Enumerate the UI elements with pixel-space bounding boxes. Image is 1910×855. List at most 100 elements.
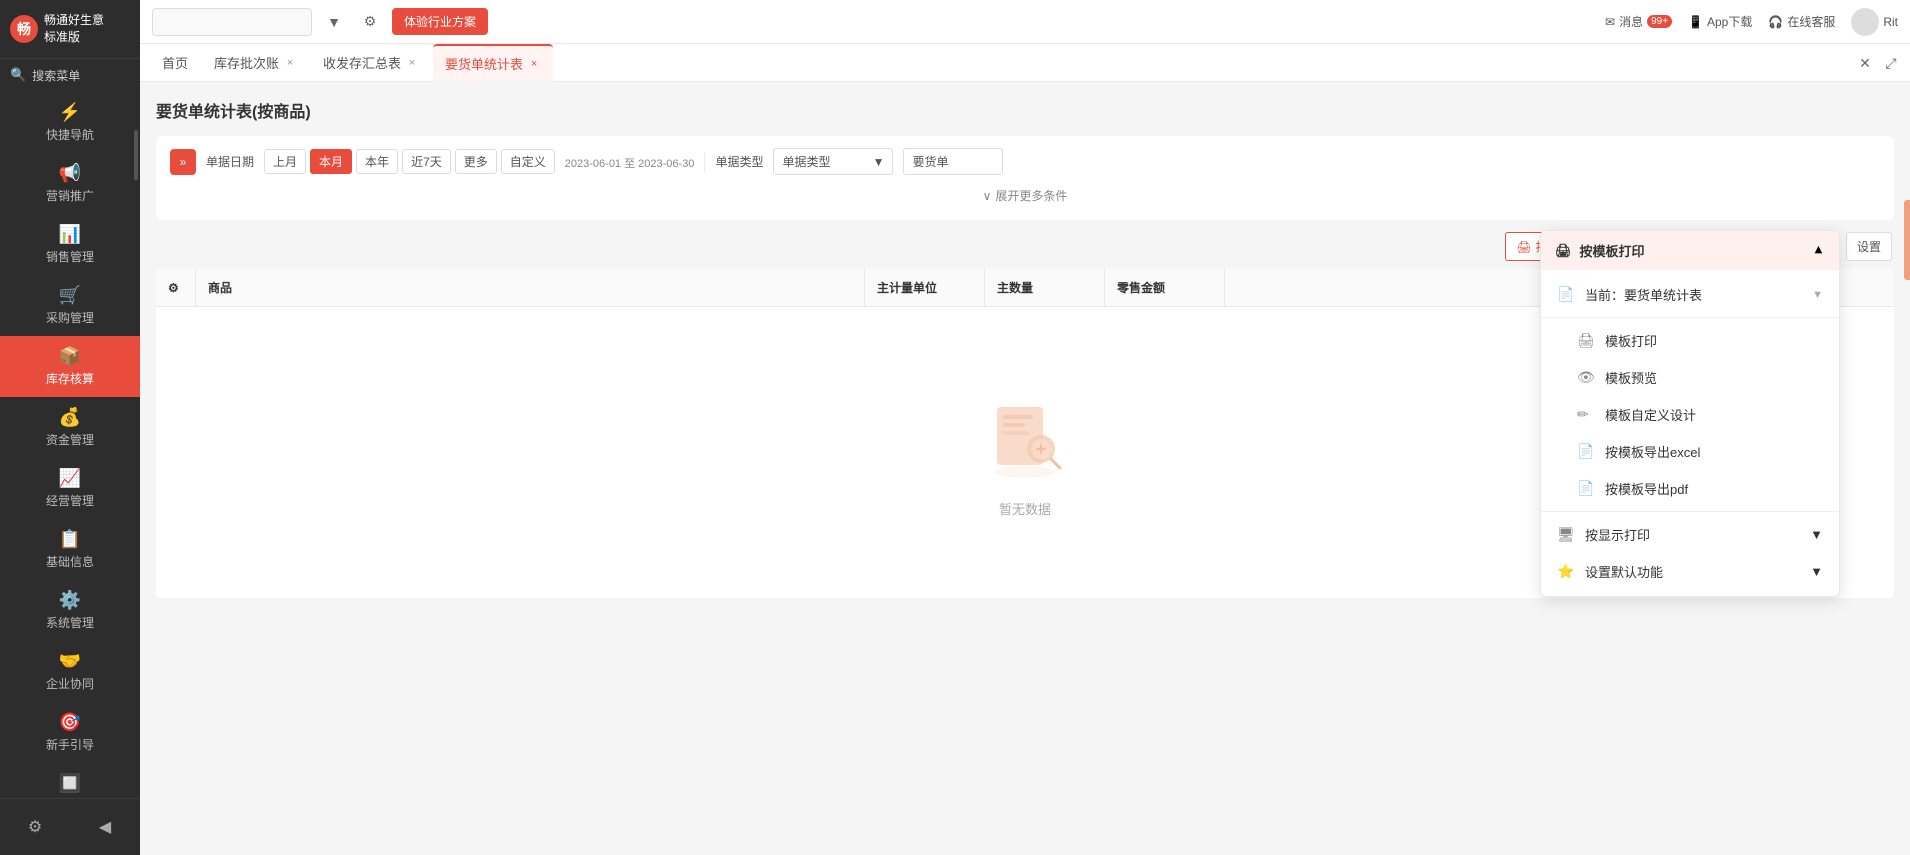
set-default-item[interactable]: ⭐ 设置默认功能 ▼ — [1541, 553, 1839, 590]
tab-inventory-batch-label: 库存批次账 — [214, 53, 279, 72]
sidebar-item-basic-info[interactable]: 📋 基础信息 — [0, 519, 140, 580]
sidebar-item-label: 库存核算 — [46, 370, 94, 387]
tab-collection-summary[interactable]: 收发存汇总表 × — [311, 44, 431, 82]
order-goods-filter[interactable]: 要货单 — [903, 148, 1003, 175]
prev-month-btn[interactable]: 上月 — [264, 149, 306, 174]
inventory-icon: 📦 — [59, 346, 81, 367]
sidebar-item-guide[interactable]: 🎯 新手引导 — [0, 702, 140, 763]
template-export-excel-item[interactable]: 📄 按模板导出excel — [1541, 433, 1839, 470]
tab-home[interactable]: 首页 — [150, 44, 200, 82]
display-print-icon: 🖥 — [1557, 526, 1575, 543]
sidebar-item-sales[interactable]: 📊 销售管理 — [0, 214, 140, 275]
settings-btn[interactable]: 设置 — [1846, 232, 1892, 261]
sidebar-scrollbar-thumb[interactable] — [134, 130, 138, 180]
filter-expand-icon[interactable]: » — [170, 149, 196, 175]
display-print-item[interactable]: 🖥 按显示打印 ▼ — [1541, 516, 1839, 553]
sidebar-item-label: 经营管理 — [46, 492, 94, 509]
page-title: 要货单统计表(按商品) — [156, 98, 1894, 122]
sidebar-item-quick-nav[interactable]: ⚡ 快捷导航 — [0, 92, 140, 153]
date-range-display: 2023-06-01 至 2023-06-30 — [565, 155, 695, 171]
last7days-btn[interactable]: 近7天 — [402, 149, 451, 174]
user-avatar-area[interactable]: Rit — [1851, 8, 1898, 36]
sidebar-item-label: 采购管理 — [46, 309, 94, 326]
col-unit: 主计量单位 — [865, 269, 985, 306]
sidebar-item-label: 企业协同 — [46, 675, 94, 692]
tab-collection-summary-close[interactable]: × — [405, 56, 419, 70]
sidebar-item-app-center[interactable]: 🔲 应用中心 — [0, 763, 140, 798]
header-dropdown-btn[interactable]: ▼ — [320, 8, 348, 36]
dropdown-divider-2 — [1541, 511, 1839, 512]
order-type-arrow-icon: ▼ — [873, 155, 885, 169]
current-template-item[interactable]: 📄 当前：要货单统计表 ▼ — [1541, 276, 1839, 313]
custom-date-btn[interactable]: 自定义 — [501, 149, 555, 174]
tab-bar: 首页 库存批次账 × 收发存汇总表 × 要货单统计表 × ✕ ⤢ — [140, 44, 1910, 82]
resize-handle[interactable] — [1904, 200, 1910, 280]
sidebar-item-label: 资金管理 — [46, 431, 94, 448]
current-year-btn[interactable]: 本年 — [356, 149, 398, 174]
tab-order-stats-close[interactable]: × — [527, 57, 541, 71]
purchase-icon: 🛒 — [59, 285, 81, 306]
messages-btn[interactable]: ✉ 消息 99+ — [1605, 13, 1672, 30]
print-dropdown-header[interactable]: 🖨 按模板打印 ▼ — [1541, 231, 1839, 270]
empty-text: 暂无数据 — [999, 499, 1051, 518]
sidebar-item-label: 快捷导航 — [46, 126, 94, 143]
filter-row: » 单据日期 上月 本月 本年 近7天 更多 自定义 2023-06-01 至 … — [170, 148, 1880, 175]
header-settings-btn[interactable]: ⚙ — [356, 8, 384, 36]
marketing-icon: 📢 — [59, 163, 81, 184]
sidebar-item-purchase[interactable]: 🛒 采购管理 — [0, 275, 140, 336]
service-icon: 🎧 — [1768, 15, 1783, 29]
header-search-input[interactable] — [152, 8, 312, 36]
dropdown-divider-1 — [1541, 317, 1839, 318]
template-preview-item[interactable]: 👁 模板预览 — [1541, 359, 1839, 396]
sidebar: 畅 畅通好生意 标准版 🔍 搜索菜单 ⚡ 快捷导航 📢 营销推广 📊 销售管理 … — [0, 0, 140, 855]
app-download-btn[interactable]: 📱 App下载 — [1688, 13, 1752, 30]
unit-col-label: 主计量单位 — [877, 279, 937, 296]
tab-order-stats[interactable]: 要货单统计表 × — [433, 44, 553, 82]
trial-btn[interactable]: 体验行业方案 — [392, 8, 488, 35]
template-export-pdf-icon: 📄 — [1577, 480, 1595, 497]
current-month-btn[interactable]: 本月 — [310, 149, 352, 174]
date-buttons: 上月 本月 本年 近7天 更多 自定义 — [264, 149, 555, 174]
col-gear[interactable]: ⚙ — [156, 269, 196, 306]
sidebar-item-marketing[interactable]: 📢 营销推广 — [0, 153, 140, 214]
sidebar-item-cooperation[interactable]: 🤝 企业协同 — [0, 641, 140, 702]
sidebar-item-system[interactable]: ⚙️ 系统管理 — [0, 580, 140, 641]
sidebar-bottom: ⚙ ◀ — [0, 798, 140, 855]
template-icon: 📄 — [1557, 286, 1575, 303]
app-download-icon: 📱 — [1688, 15, 1703, 29]
tab-window-controls: ✕ ⤢ — [1854, 44, 1910, 82]
tab-close-btn[interactable]: ✕ — [1854, 52, 1876, 74]
sidebar-search[interactable]: 🔍 搜索菜单 — [0, 59, 140, 92]
sales-icon: 📊 — [59, 224, 81, 245]
header-right: ✉ 消息 99+ 📱 App下载 🎧 在线客服 Rit — [1605, 8, 1898, 36]
display-print-label: 按显示打印 — [1585, 525, 1650, 544]
dropdown-body: 📄 当前：要货单统计表 ▼ 🖨 模板打印 👁 模板预览 ✏ 模板自定义设计 — [1541, 270, 1839, 596]
sidebar-item-operation[interactable]: 📈 经营管理 — [0, 458, 140, 519]
order-type-select[interactable]: 单据类型 ▼ — [773, 148, 893, 175]
app-logo-icon: 畅 — [10, 15, 38, 43]
expand-conditions-btn[interactable]: ∨ 展开更多条件 — [170, 183, 1880, 208]
tab-expand-btn[interactable]: ⤢ — [1880, 52, 1902, 74]
messages-badge: 99+ — [1647, 15, 1672, 28]
operation-icon: 📈 — [59, 468, 81, 489]
sidebar-settings-btn[interactable]: ⚙ — [17, 809, 53, 845]
sidebar-item-label: 应用中心 — [46, 797, 94, 798]
tab-home-label: 首页 — [162, 53, 188, 72]
template-custom-item[interactable]: ✏ 模板自定义设计 — [1541, 396, 1839, 433]
messages-label: 消息 — [1619, 13, 1643, 30]
dropdown-title: 按模板打印 — [1580, 241, 1645, 260]
template-export-pdf-item[interactable]: 📄 按模板导出pdf — [1541, 470, 1839, 507]
more-dates-btn[interactable]: 更多 — [455, 149, 497, 174]
tab-inventory-batch-close[interactable]: × — [283, 56, 297, 70]
display-print-arrow-icon: ▼ — [1810, 527, 1823, 542]
sidebar-item-finance[interactable]: 💰 资金管理 — [0, 397, 140, 458]
col-retail-amount: 零售金额 — [1105, 269, 1225, 306]
online-service-btn[interactable]: 🎧 在线客服 — [1768, 13, 1835, 30]
template-print-item[interactable]: 🖨 模板打印 — [1541, 322, 1839, 359]
goods-col-label: 商品 — [208, 279, 232, 296]
sidebar-item-inventory[interactable]: 📦 库存核算 — [0, 336, 140, 397]
sidebar-collapse-btn[interactable]: ◀ — [87, 809, 123, 845]
retail-amount-col-label: 零售金额 — [1117, 279, 1165, 296]
tab-inventory-batch[interactable]: 库存批次账 × — [202, 44, 309, 82]
user-avatar — [1851, 8, 1879, 36]
